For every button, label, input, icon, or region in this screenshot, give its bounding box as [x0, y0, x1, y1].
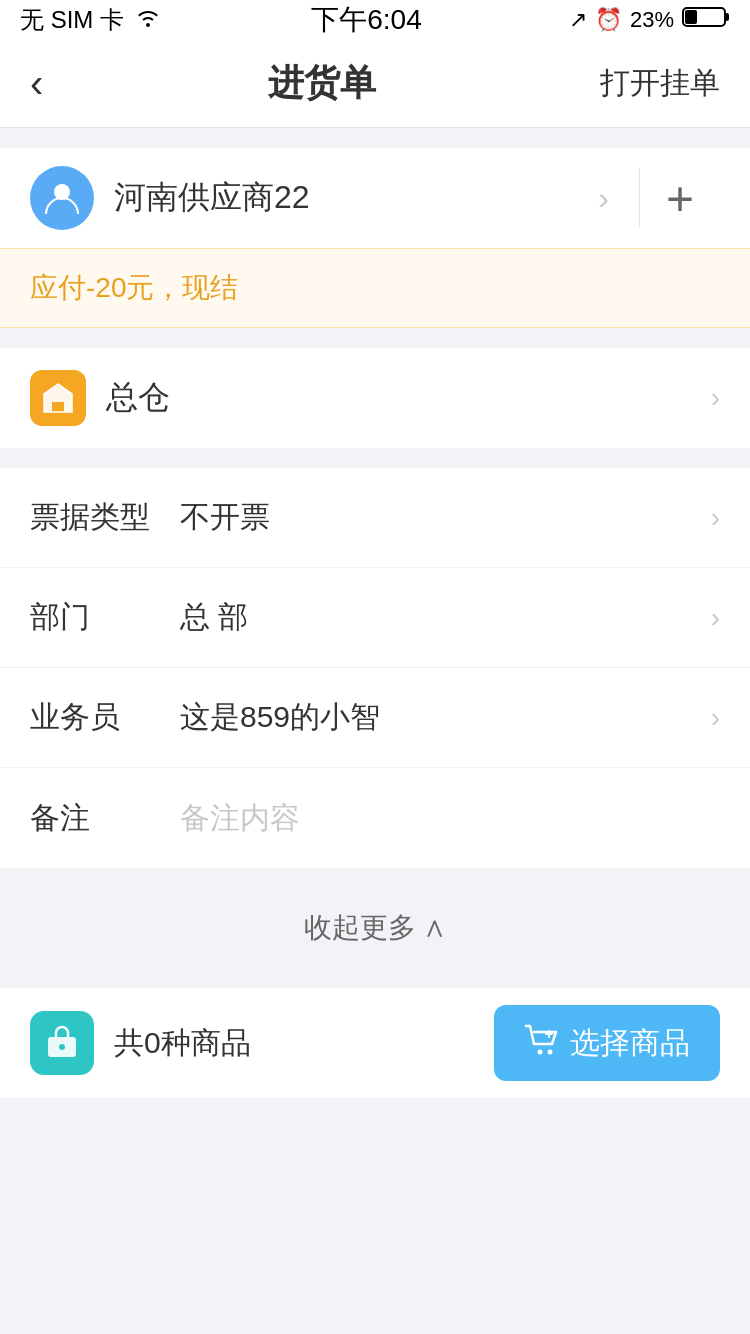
invoice-type-value: 不开票	[160, 497, 711, 538]
form-section: 票据类型 不开票 › 部门 总 部 › 业务员 这是859的小智 › 备注 备注…	[0, 468, 750, 868]
status-left: 无 SIM 卡	[20, 4, 164, 36]
supplier-avatar	[30, 166, 94, 230]
select-product-label: 选择商品	[570, 1023, 690, 1064]
department-row[interactable]: 部门 总 部 ›	[0, 568, 750, 668]
warehouse-section[interactable]: 总仓 ›	[0, 348, 750, 448]
content: 河南供应商22 › + 应付-20元，现结 总仓 › 票据类型 不开票	[0, 148, 750, 1334]
status-bar: 无 SIM 卡 下午6:04 ↗ ⏰ 23%	[0, 0, 750, 40]
carrier-label: 无 SIM 卡	[20, 4, 124, 36]
remark-label: 备注	[30, 798, 160, 839]
department-chevron-icon: ›	[711, 602, 720, 634]
invoice-type-row[interactable]: 票据类型 不开票 ›	[0, 468, 750, 568]
sales-rep-value: 这是859的小智	[160, 697, 711, 738]
product-count: 共0种商品	[114, 1023, 494, 1064]
collapse-button[interactable]: 收起更多 ∧	[0, 888, 750, 968]
sales-rep-label: 业务员	[30, 697, 160, 738]
status-time: 下午6:04	[311, 1, 422, 39]
battery-icon	[682, 5, 730, 35]
remark-row[interactable]: 备注 备注内容	[0, 768, 750, 868]
back-button[interactable]: ‹	[30, 61, 43, 106]
warehouse-row[interactable]: 总仓 ›	[30, 348, 720, 448]
wifi-icon	[132, 5, 164, 35]
svg-point-6	[59, 1044, 65, 1050]
svg-point-8	[548, 1049, 553, 1054]
department-value: 总 部	[160, 597, 711, 638]
svg-point-7	[538, 1049, 543, 1054]
svg-rect-2	[725, 13, 729, 21]
location-icon: ↗	[569, 7, 587, 33]
svg-rect-1	[685, 10, 697, 24]
collapse-label: 收起更多 ∧	[304, 909, 447, 947]
sales-rep-chevron-icon: ›	[711, 702, 720, 734]
product-icon	[30, 1011, 94, 1075]
notice-banner: 应付-20元，现结	[0, 248, 750, 328]
alarm-icon: ⏰	[595, 7, 622, 33]
supplier-section: 河南供应商22 › +	[0, 148, 750, 248]
status-right: ↗ ⏰ 23%	[569, 5, 730, 35]
page-title: 进货单	[268, 59, 376, 108]
cart-icon	[524, 1024, 560, 1063]
sales-rep-row[interactable]: 业务员 这是859的小智 ›	[0, 668, 750, 768]
warehouse-name: 总仓	[106, 376, 711, 420]
supplier-name: 河南供应商22	[114, 176, 598, 220]
invoice-type-chevron-icon: ›	[711, 502, 720, 534]
battery-label: 23%	[630, 7, 674, 33]
product-bar: 共0种商品 选择商品	[0, 988, 750, 1098]
department-label: 部门	[30, 597, 160, 638]
nav-bar: ‹ 进货单 打开挂单	[0, 40, 750, 128]
invoice-type-label: 票据类型	[30, 497, 160, 538]
supplier-row[interactable]: 河南供应商22 ›	[30, 148, 639, 248]
svg-rect-4	[52, 402, 64, 412]
remark-input[interactable]: 备注内容	[160, 798, 720, 839]
add-supplier-button[interactable]: +	[640, 148, 720, 248]
supplier-chevron-icon: ›	[598, 180, 609, 217]
bottom-space	[0, 1098, 750, 1334]
notice-text: 应付-20元，现结	[30, 272, 238, 303]
warehouse-icon	[30, 370, 86, 426]
warehouse-chevron-icon: ›	[711, 382, 720, 414]
open-pending-button[interactable]: 打开挂单	[600, 63, 720, 104]
select-product-button[interactable]: 选择商品	[494, 1005, 720, 1081]
